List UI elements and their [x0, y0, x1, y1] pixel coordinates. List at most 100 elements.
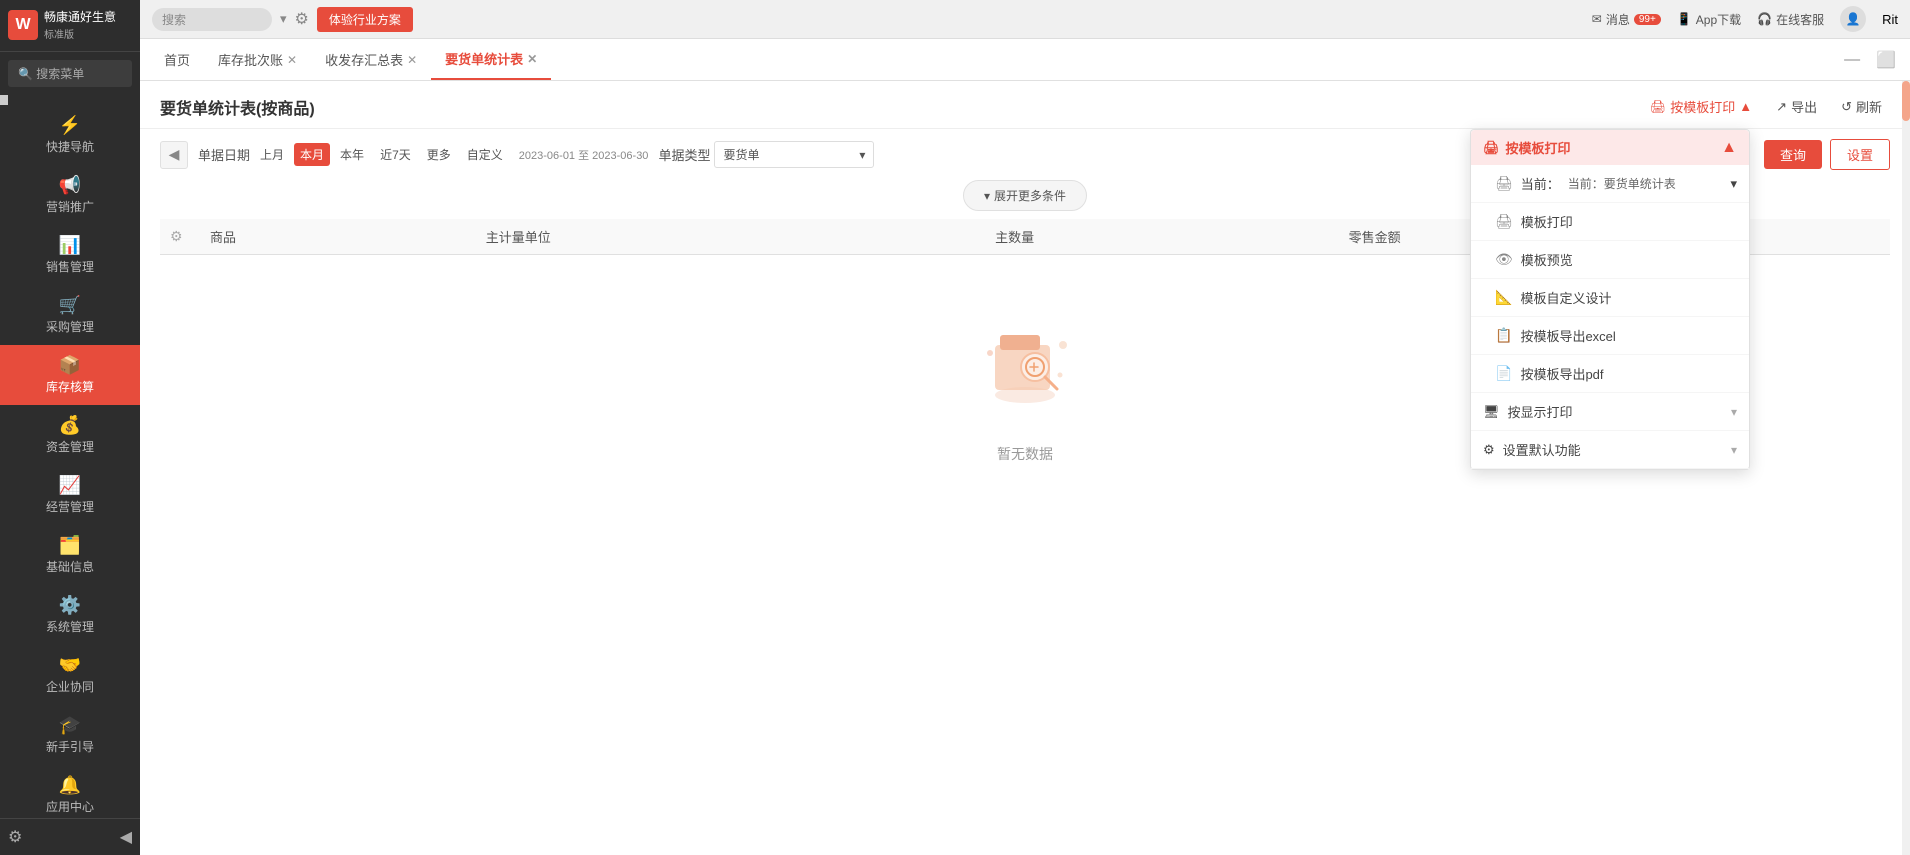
default-fn-section[interactable]: ⚙ 设置默认功能 ▾ — [1471, 431, 1749, 469]
print-current-item[interactable]: 🖨 当前： 当前：要货单统计表 ▾ — [1471, 165, 1749, 203]
display-print-section[interactable]: 🖥 按显示打印 ▾ — [1471, 393, 1749, 431]
purchase-icon: 🛒 — [59, 295, 81, 316]
sidebar-item-label: 营销推广 — [46, 198, 94, 215]
sidebar-item-label: 经营管理 — [46, 498, 94, 515]
tab-expand-button[interactable]: ⬜ — [1872, 46, 1900, 74]
settings-footer-button[interactable]: ⚙ — [8, 827, 22, 847]
logo-icon: W — [8, 10, 38, 40]
operations-icon: 📈 — [59, 475, 81, 496]
sidebar-item-label: 系统管理 — [46, 618, 94, 635]
template-preview-item[interactable]: 👁 模板预览 — [1471, 241, 1749, 279]
guide-icon: 🎓 — [59, 715, 81, 736]
current-template-icon: 🖨 — [1495, 175, 1513, 192]
online-service-button[interactable]: 🎧 在线客服 — [1757, 11, 1824, 28]
page-header-actions: 🖨 按模板打印 ▲ ↗ 导出 ↺ 刷新 🖨 — [1642, 93, 1890, 120]
export-pdf-item[interactable]: 📄 按模板导出pdf — [1471, 355, 1749, 393]
sidebar-item-label: 库存核算 — [46, 378, 94, 395]
sidebar-item-base[interactable]: 🗂️ 基础信息 — [0, 525, 140, 585]
tab-inventory-batch[interactable]: 库存批次账 ✕ — [204, 40, 311, 79]
template-preview-icon: 👁 — [1495, 251, 1513, 268]
date-range-display: 2023-06-01 至 2023-06-30 — [519, 147, 649, 163]
default-fn-icon: ⚙ — [1483, 442, 1495, 458]
topbar-right: ✉ 消息 99+ 📱 App下载 🎧 在线客服 👤 Rit — [1592, 6, 1898, 32]
empty-icon — [975, 315, 1075, 434]
right-scrollbar[interactable] — [1902, 81, 1910, 855]
sidebar-item-appstore[interactable]: 🔔 应用中心 — [0, 765, 140, 818]
phone-icon: 📱 — [1677, 12, 1692, 26]
search-menu-button[interactable]: 🔍 搜索菜单 — [8, 60, 132, 87]
print-dropdown-toggle-button[interactable]: ▲ — [1721, 139, 1737, 157]
user-avatar[interactable]: 👤 — [1840, 6, 1866, 32]
sidebar-footer: ⚙ ◀ — [0, 818, 140, 855]
sidebar-item-operations[interactable]: 📈 经营管理 — [0, 465, 140, 525]
th-settings: ⚙ — [160, 219, 200, 255]
sidebar-item-quick-nav[interactable]: ⚡ 快捷导航 — [0, 105, 140, 165]
table-gear-icon[interactable]: ⚙ — [170, 228, 183, 244]
template-design-item[interactable]: 📐 模板自定义设计 — [1471, 279, 1749, 317]
date-btn-custom[interactable]: 自定义 — [461, 143, 509, 166]
tab-receivable-summary[interactable]: 收发存汇总表 ✕ — [311, 40, 431, 79]
sidebar-item-system[interactable]: ⚙️ 系统管理 — [0, 585, 140, 645]
date-btn-last-7[interactable]: 近7天 — [374, 143, 417, 166]
export-button[interactable]: ↗ 导出 — [1768, 93, 1825, 120]
display-print-arrow-icon: ▾ — [1731, 405, 1737, 419]
finance-icon: 💰 — [59, 415, 81, 436]
tab-home[interactable]: 首页 — [150, 40, 204, 79]
current-dropdown-arrow: ▾ — [1730, 176, 1737, 192]
date-btn-current-month[interactable]: 本月 — [294, 143, 330, 166]
default-fn-arrow-icon: ▾ — [1731, 443, 1737, 457]
tab-close-inventory-batch[interactable]: ✕ — [287, 53, 297, 67]
print-chevron-up-icon: ▲ — [1739, 99, 1752, 114]
template-print-item[interactable]: 🖨 模板打印 — [1471, 203, 1749, 241]
page-header: 要货单统计表(按商品) 🖨 按模板打印 ▲ ↗ 导出 ↺ 刷新 — [140, 81, 1910, 129]
inventory-icon: 📦 — [59, 355, 81, 376]
sales-icon: 📊 — [59, 235, 81, 256]
app-download-button[interactable]: 📱 App下载 — [1677, 11, 1741, 28]
tab-close-order-stats[interactable]: ✕ — [527, 52, 537, 66]
sidebar-item-inventory[interactable]: 📦 库存核算 — [0, 345, 140, 405]
scroll-up-arrow[interactable]: ▲ — [0, 95, 8, 105]
topbar-search-display: 搜索 — [152, 8, 272, 31]
topbar-gear-icon[interactable]: ⚙ — [295, 9, 309, 29]
logo-text: 畅康通好生意 标准版 — [44, 10, 116, 41]
query-button[interactable]: 查询 — [1764, 140, 1822, 169]
expand-chevron-icon: ▾ — [984, 189, 990, 203]
th-quantity: 主数量 — [985, 219, 1339, 255]
sidebar-item-sales[interactable]: 📊 销售管理 — [0, 225, 140, 285]
tab-order-stats[interactable]: 要货单统计表 ✕ — [431, 39, 551, 80]
collapse-sidebar-button[interactable]: ◀ — [120, 827, 132, 847]
headset-icon: 🎧 — [1757, 12, 1772, 26]
sidebar-item-label: 新手引导 — [46, 738, 94, 755]
messages-button[interactable]: ✉ 消息 99+ — [1592, 11, 1661, 28]
refresh-icon: ↺ — [1841, 99, 1852, 115]
trial-industry-button[interactable]: 体验行业方案 — [317, 7, 413, 32]
type-select[interactable]: 要货单 ▾ — [714, 141, 874, 168]
scrollbar-thumb[interactable] — [1902, 81, 1910, 121]
refresh-button[interactable]: ↺ 刷新 — [1833, 93, 1890, 120]
sidebar-nav: ▲ ⚡ 快捷导航 📢 营销推广 📊 销售管理 🛒 采购管理 📦 库存核算 💰 资… — [0, 95, 140, 818]
print-template-button[interactable]: 🖨 按模板打印 ▲ — [1642, 93, 1760, 120]
filter-collapse-button[interactable]: ◀ — [160, 141, 188, 169]
date-btn-last-month[interactable]: 上月 — [254, 143, 290, 166]
tab-close-receivable-summary[interactable]: ✕ — [407, 53, 417, 67]
sidebar-item-finance[interactable]: 💰 资金管理 — [0, 405, 140, 465]
sidebar-item-marketing[interactable]: 📢 营销推广 — [0, 165, 140, 225]
settings-button[interactable]: 设置 — [1830, 139, 1890, 170]
tab-minimize-button[interactable]: — — [1840, 47, 1864, 73]
print-dropdown-title: 🖨 按模板打印 — [1483, 138, 1571, 157]
action-row: ··· 查询 设置 — [1726, 139, 1890, 170]
sidebar-item-purchase[interactable]: 🛒 采购管理 — [0, 285, 140, 345]
date-btn-more[interactable]: 更多 — [421, 143, 457, 166]
export-excel-item[interactable]: 📋 按模板导出excel — [1471, 317, 1749, 355]
sidebar-item-guide[interactable]: 🎓 新手引导 — [0, 705, 140, 765]
printer-icon: 🖨 — [1650, 99, 1667, 115]
base-icon: 🗂️ — [59, 535, 81, 556]
expand-more-conditions-button[interactable]: ▾ 展开更多条件 — [963, 180, 1087, 211]
sidebar: W 畅康通好生意 标准版 🔍 搜索菜单 ▲ ⚡ 快捷导航 📢 营销推广 📊 销售… — [0, 0, 140, 855]
main-area: 搜索 ▾ ⚙ 体验行业方案 ✉ 消息 99+ 📱 App下载 🎧 在线客服 👤 … — [140, 0, 1910, 855]
date-btn-current-year[interactable]: 本年 — [334, 143, 370, 166]
appstore-icon: 🔔 — [59, 775, 81, 796]
sidebar-item-collab[interactable]: 🤝 企业协同 — [0, 645, 140, 705]
topbar-dropdown-icon[interactable]: ▾ — [280, 11, 287, 27]
user-name: Rit — [1882, 12, 1898, 27]
